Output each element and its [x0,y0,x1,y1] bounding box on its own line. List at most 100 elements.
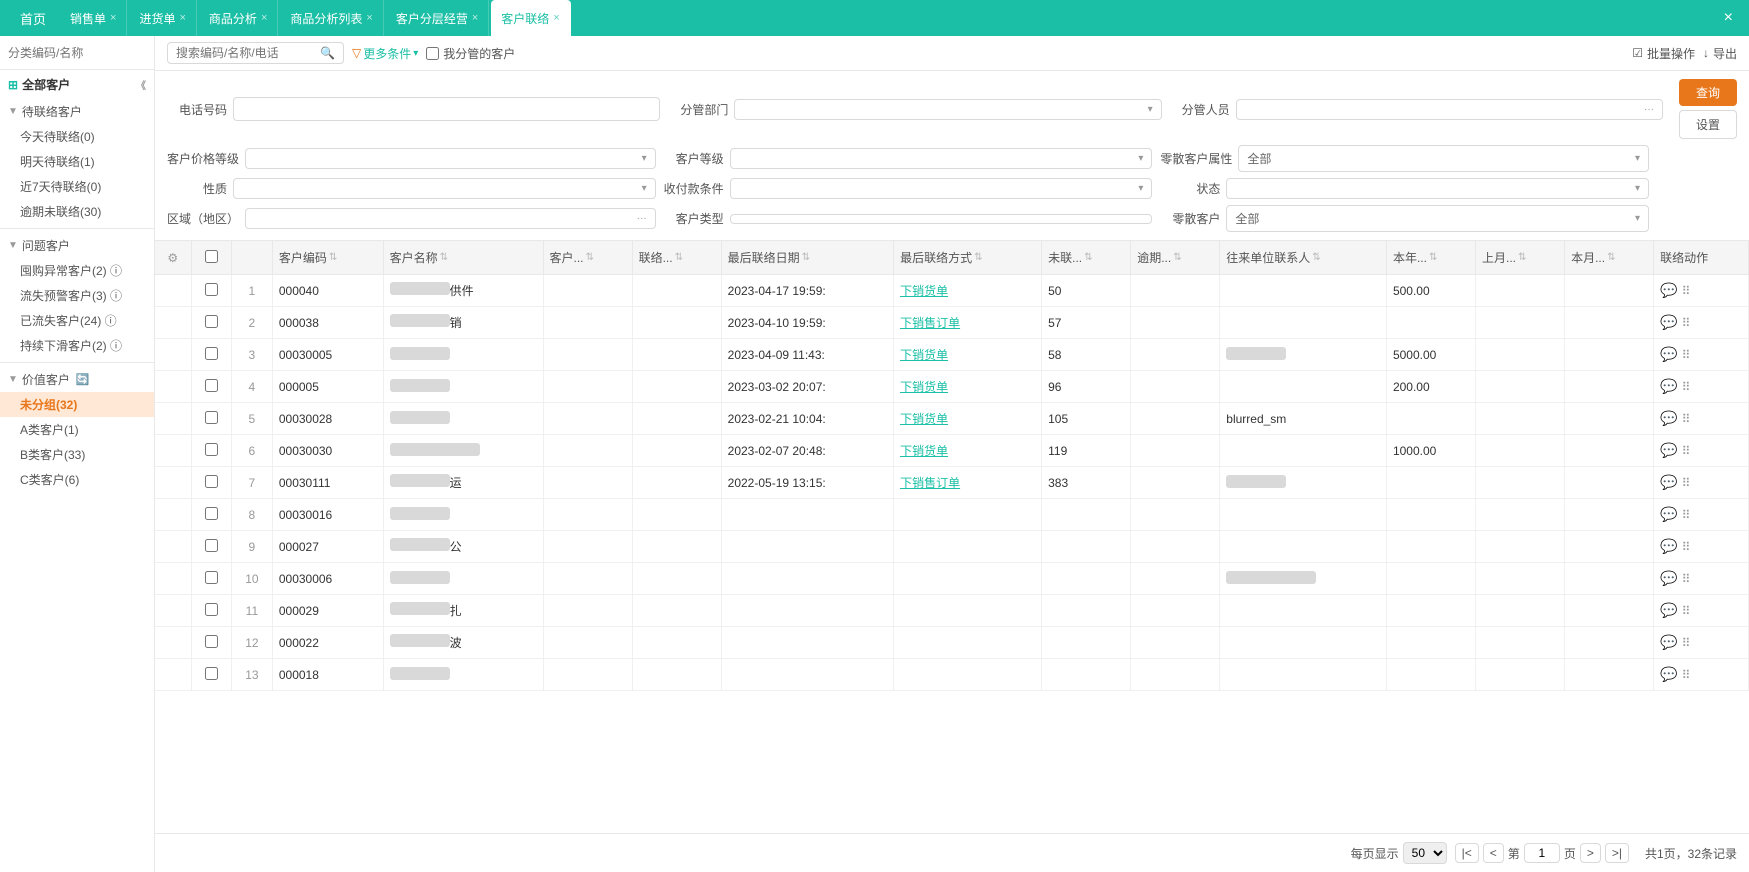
row-check[interactable] [191,339,231,371]
row-check[interactable] [191,275,231,307]
check-all[interactable] [205,250,218,263]
action-phone-icon[interactable]: 💬 [1660,538,1677,555]
row-check[interactable] [191,467,231,499]
sidebar-search-input[interactable] [8,46,155,60]
more-filter-btn[interactable]: ▽ 更多条件 ▾ [352,45,418,62]
action-phone-icon[interactable]: 💬 [1660,666,1677,683]
sidebar-item-churn-warning[interactable]: 流失预警客户(3) ⓘ [0,283,154,308]
tab-customer-contact[interactable]: 客户联络 × [491,0,570,36]
action-phone-icon[interactable]: 💬 [1660,378,1677,395]
action-more-icon[interactable]: ⠿ [1682,316,1691,330]
close-tab-product-list[interactable]: × [366,12,372,24]
action-more-icon[interactable]: ⠿ [1682,604,1691,618]
row-checkbox[interactable] [205,283,218,296]
action-phone-icon[interactable]: 💬 [1660,506,1677,523]
col-last-month[interactable]: 上月...⇅ [1476,241,1565,275]
filter-status-select[interactable]: ▾ [1226,178,1649,199]
search-button[interactable]: 查询 [1679,79,1737,106]
col-name[interactable]: 客户名称⇅ [383,241,543,275]
sidebar-group-problem[interactable]: ▼ 问题客户 [0,233,154,258]
sidebar-item-tomorrow[interactable]: 明天待联络(1) [0,149,154,174]
last-method-link[interactable]: 下销货单 [900,284,948,298]
first-page-btn[interactable]: |< [1455,843,1479,863]
row-checkbox[interactable] [205,315,218,328]
col-type[interactable]: 客户...⇅ [543,241,632,275]
action-phone-icon[interactable]: 💬 [1660,282,1677,299]
action-more-icon[interactable]: ⠿ [1682,540,1691,554]
filter-person-select[interactable]: ··· [1236,99,1663,120]
action-more-icon[interactable]: ⠿ [1682,444,1691,458]
row-check[interactable] [191,531,231,563]
action-more-icon[interactable]: ⠿ [1682,476,1691,490]
my-customer-checkbox[interactable]: 我分管的客户 [426,45,515,62]
row-checkbox[interactable] [205,475,218,488]
row-check[interactable] [191,659,231,691]
action-phone-icon[interactable]: 💬 [1660,346,1677,363]
action-phone-icon[interactable]: 💬 [1660,570,1677,587]
tab-customer-mgmt[interactable]: 客户分层经营 × [386,0,489,36]
export-btn[interactable]: ↓ 导出 [1703,45,1737,62]
next-page-btn[interactable]: > [1580,843,1601,863]
action-phone-icon[interactable]: 💬 [1660,314,1677,331]
row-check[interactable] [191,499,231,531]
main-search-input[interactable] [176,46,316,60]
row-checkbox[interactable] [205,667,218,680]
sidebar-item-class-b[interactable]: B类客户(33) [0,442,154,467]
sidebar-group-value[interactable]: ▼ 价值客户 🔄 [0,367,154,392]
nav-close-all[interactable]: × [1716,9,1741,27]
sidebar-all-customers[interactable]: ⊞ 全部客户 《 [0,70,154,99]
col-code[interactable]: 客户编码⇅ [272,241,383,275]
main-search-icon[interactable]: 🔍 [320,46,335,60]
page-size-select[interactable]: 50 [1403,842,1447,864]
row-check[interactable] [191,371,231,403]
sidebar-item-class-a[interactable]: A类客户(1) [0,417,154,442]
sidebar-item-hoard[interactable]: 囤购异常客户(2) ⓘ [0,258,154,283]
row-check[interactable] [191,403,231,435]
sidebar-item-class-c[interactable]: C类客户(6) [0,467,154,492]
filter-payment-select[interactable]: ▾ [730,178,1153,199]
batch-op-btn[interactable]: ☑ 批量操作 [1632,45,1695,62]
close-tab-customer-mgmt[interactable]: × [472,12,478,24]
tab-sales[interactable]: 销售单 × [60,0,127,36]
action-more-icon[interactable]: ⠿ [1682,508,1691,522]
row-check[interactable] [191,435,231,467]
col-overdue[interactable]: 逾期...⇅ [1131,241,1220,275]
action-more-icon[interactable]: ⠿ [1682,284,1691,298]
last-method-link[interactable]: 下销货单 [900,444,948,458]
action-phone-icon[interactable]: 💬 [1660,634,1677,651]
action-more-icon[interactable]: ⠿ [1682,348,1691,362]
close-tab-product-analysis[interactable]: × [261,12,267,24]
row-checkbox[interactable] [205,379,218,392]
col-settings[interactable]: ⚙ [155,241,191,275]
close-tab-purchase[interactable]: × [179,12,185,24]
row-checkbox[interactable] [205,411,218,424]
action-more-icon[interactable]: ⠿ [1682,412,1691,426]
filter-customer-level-select[interactable]: ▾ [730,148,1153,169]
last-page-btn[interactable]: >| [1605,843,1629,863]
col-check-all[interactable] [191,241,231,275]
action-more-icon[interactable]: ⠿ [1682,668,1691,682]
filter-region-select[interactable]: ··· [245,208,656,229]
filter-dept-select[interactable]: ▾ [734,99,1161,120]
action-phone-icon[interactable]: 💬 [1660,442,1677,459]
prev-page-btn[interactable]: < [1483,843,1504,863]
sidebar-item-declining[interactable]: 持续下滑客户(2) ⓘ [0,333,154,358]
row-checkbox[interactable] [205,507,218,520]
sidebar-item-today[interactable]: 今天待联络(0) [0,124,154,149]
col-this-month[interactable]: 本月...⇅ [1565,241,1654,275]
row-checkbox[interactable] [205,571,218,584]
sidebar-item-unclassified[interactable]: 未分组(32) [0,392,154,417]
action-phone-icon[interactable]: 💬 [1660,602,1677,619]
row-check[interactable] [191,563,231,595]
row-check[interactable] [191,627,231,659]
row-checkbox[interactable] [205,603,218,616]
page-input[interactable] [1524,843,1560,863]
tab-product-analysis[interactable]: 商品分析 × [199,0,278,36]
last-method-link[interactable]: 下销货单 [900,348,948,362]
action-phone-icon[interactable]: 💬 [1660,410,1677,427]
filter-scatter-attr-select[interactable]: 全部 ▾ [1238,145,1649,172]
filter-type-select[interactable] [730,214,1153,224]
filter-scatter-select[interactable]: 全部 ▾ [1226,205,1649,232]
reset-button[interactable]: 设置 [1679,110,1737,139]
sidebar-group-pending[interactable]: ▼ 待联络客户 [0,99,154,124]
